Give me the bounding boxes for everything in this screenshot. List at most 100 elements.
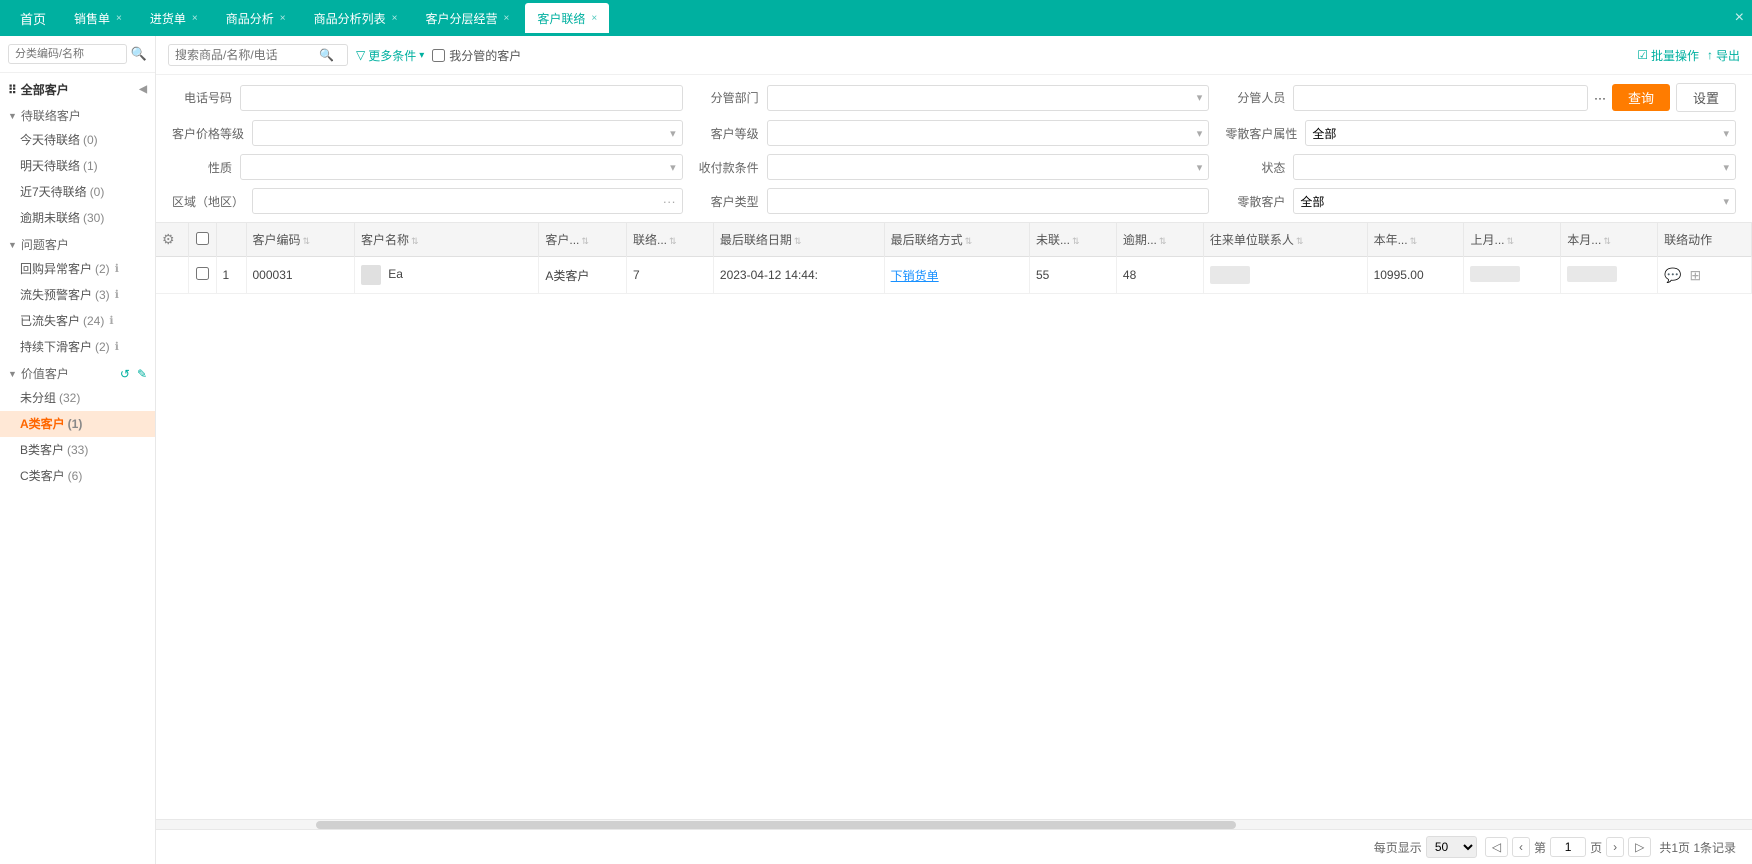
sidebar-search-icon[interactable]: 🔍: [131, 46, 147, 62]
sidebar-item-class-a[interactable]: A类客户(1): [0, 411, 155, 437]
row-name: Ea: [354, 257, 538, 294]
filter-payment: 收付款条件 ▾: [699, 154, 1210, 180]
filter-retail-attr: 零散客户属性 全部 ▾: [1225, 120, 1736, 146]
customer-type-input-field[interactable]: [774, 194, 1203, 208]
horizontal-scrollbar[interactable]: [156, 819, 1752, 829]
close-customer-segment-icon[interactable]: ×: [503, 13, 509, 24]
customer-level-chevron-icon[interactable]: ▾: [1197, 127, 1203, 140]
all-customers-label[interactable]: 全部客户: [21, 81, 69, 98]
sidebar-item-tomorrow[interactable]: 明天待联络(1): [0, 153, 155, 179]
sidebar-search-area: 🔍: [0, 36, 155, 73]
filter-dept-select[interactable]: ▾: [767, 85, 1210, 111]
main-layout: 🔍 ⠿ 全部客户 ◀ ▼ 待联络客户 今天待联络(0) 明天待联络(1) 近7天…: [0, 36, 1752, 864]
person-input-field[interactable]: [1300, 91, 1581, 105]
refresh-icon[interactable]: ↺: [120, 367, 130, 381]
dept-input-field[interactable]: [774, 91, 1197, 105]
close-product-list-icon[interactable]: ×: [392, 13, 398, 24]
sidebar-item-today[interactable]: 今天待联络(0): [0, 127, 155, 153]
table-settings-icon[interactable]: ⚙: [162, 231, 175, 247]
close-sales-icon[interactable]: ×: [116, 13, 122, 24]
main-search-icon[interactable]: 🔍: [319, 48, 334, 62]
select-all-checkbox[interactable]: [196, 232, 209, 245]
close-purchase-icon[interactable]: ×: [192, 13, 198, 24]
filter-retail-attr-select[interactable]: 全部 ▾: [1305, 120, 1736, 146]
filter-person-input[interactable]: [1293, 85, 1588, 111]
dept-chevron-icon[interactable]: ▾: [1197, 91, 1203, 104]
nature-input[interactable]: [247, 160, 670, 174]
sidebar-item-class-c[interactable]: C类客户(6): [0, 463, 155, 489]
sidebar-item-churn-warning[interactable]: 流失预警客户(3) ℹ: [0, 282, 155, 308]
phone-input-field[interactable]: [247, 91, 676, 105]
close-all-button[interactable]: ×: [1735, 9, 1744, 27]
filter-retail-select[interactable]: 全部 ▾: [1293, 188, 1736, 214]
customer-level-input[interactable]: [774, 126, 1197, 140]
sidebar-item-repurchase-abnormal[interactable]: 回购异常客户(2) ℹ: [0, 256, 155, 282]
close-customer-contact-icon[interactable]: ×: [591, 13, 597, 24]
next-page-button[interactable]: ›: [1606, 837, 1624, 857]
per-page-select[interactable]: 50 100 200: [1426, 836, 1477, 858]
close-product-analysis-icon[interactable]: ×: [280, 13, 286, 24]
collapse-sidebar-icon[interactable]: ◀: [139, 84, 147, 95]
filter-customer-type-input[interactable]: [767, 188, 1210, 214]
nav-product-analysis[interactable]: 商品分析 ×: [214, 3, 298, 33]
sidebar-item-7days[interactable]: 近7天待联络(0): [0, 179, 155, 205]
scrollbar-thumb[interactable]: [316, 821, 1236, 829]
last-page-button[interactable]: ▷: [1628, 837, 1651, 857]
sidebar-item-class-b[interactable]: B类客户(33): [0, 437, 155, 463]
page-label: 第: [1534, 839, 1546, 856]
person-ellipsis-icon[interactable]: ···: [1594, 91, 1606, 105]
region-ellipsis-icon[interactable]: ···: [663, 194, 676, 209]
sidebar-item-declining[interactable]: 持续下滑客户(2) ℹ: [0, 334, 155, 360]
sidebar-item-ungroup[interactable]: 未分组(32): [0, 385, 155, 411]
payment-input[interactable]: [774, 160, 1197, 174]
query-button[interactable]: 查询: [1612, 84, 1670, 111]
row-select-checkbox[interactable]: [196, 267, 209, 280]
edit-group-icon[interactable]: ✎: [137, 367, 147, 381]
nav-home[interactable]: 首页: [8, 3, 58, 33]
page-number-input[interactable]: [1550, 837, 1586, 857]
settings-button[interactable]: 设置: [1676, 83, 1736, 112]
nav-customer-segment[interactable]: 客户分层经营 ×: [413, 3, 521, 33]
col-this-month: 本月...⇅: [1561, 223, 1658, 257]
sidebar-item-churned[interactable]: 已流失客户(24) ℹ: [0, 308, 155, 334]
value-group-header[interactable]: ▼ 价值客户 ↺ ✎: [0, 360, 155, 385]
nature-chevron-icon[interactable]: ▾: [670, 161, 676, 174]
sidebar-item-overdue[interactable]: 逾期未联络(30): [0, 205, 155, 231]
nav-product-list[interactable]: 商品分析列表 ×: [302, 3, 410, 33]
price-level-input[interactable]: [259, 126, 670, 140]
more-conditions-button[interactable]: ▽ 更多条件 ▾: [356, 47, 424, 64]
filter-price-level-select[interactable]: ▾: [252, 120, 683, 146]
filter-region-input[interactable]: ···: [252, 188, 683, 214]
retail-attr-chevron-icon[interactable]: ▾: [1723, 127, 1729, 140]
my-customers-check[interactable]: [432, 49, 445, 62]
filter-payment-select[interactable]: ▾: [767, 154, 1210, 180]
region-input-field[interactable]: [259, 194, 663, 208]
batch-ops-button[interactable]: ☑ 批量操作: [1637, 47, 1699, 64]
payment-chevron-icon[interactable]: ▾: [1197, 161, 1203, 174]
filter-nature-select[interactable]: ▾: [240, 154, 683, 180]
retail-chevron-icon[interactable]: ▾: [1723, 195, 1729, 208]
nav-purchase[interactable]: 进货单 ×: [138, 3, 210, 33]
filter-phone-input[interactable]: [240, 85, 683, 111]
col-gear: ⚙: [156, 223, 188, 257]
pending-group-header[interactable]: ▼ 待联络客户: [0, 102, 155, 127]
export-button[interactable]: ↑ 导出: [1707, 47, 1740, 64]
last-contact-way-link[interactable]: 下销货单: [891, 269, 939, 283]
prev-page-button[interactable]: ‹: [1512, 837, 1530, 857]
grid-action-icon[interactable]: ⊞: [1690, 267, 1702, 284]
nav-sales[interactable]: 销售单 ×: [62, 3, 134, 33]
action-icons-group: 💬 ⊞: [1664, 267, 1745, 284]
filter-customer-level-select[interactable]: ▾: [767, 120, 1210, 146]
first-page-button[interactable]: ◁: [1485, 837, 1508, 857]
status-input[interactable]: [1300, 160, 1723, 174]
chat-action-icon[interactable]: 💬: [1664, 267, 1681, 284]
filter-customer-type: 客户类型: [699, 188, 1210, 214]
status-chevron-icon[interactable]: ▾: [1723, 161, 1729, 174]
filter-status-select[interactable]: ▾: [1293, 154, 1736, 180]
price-level-chevron-icon[interactable]: ▾: [670, 127, 676, 140]
my-customers-checkbox[interactable]: 我分管的客户: [432, 47, 521, 64]
nav-customer-contact[interactable]: 客户联络 ×: [525, 3, 609, 33]
sidebar-search-input[interactable]: [8, 44, 127, 64]
problem-group-header[interactable]: ▼ 问题客户: [0, 231, 155, 256]
main-search-input[interactable]: [175, 48, 315, 62]
